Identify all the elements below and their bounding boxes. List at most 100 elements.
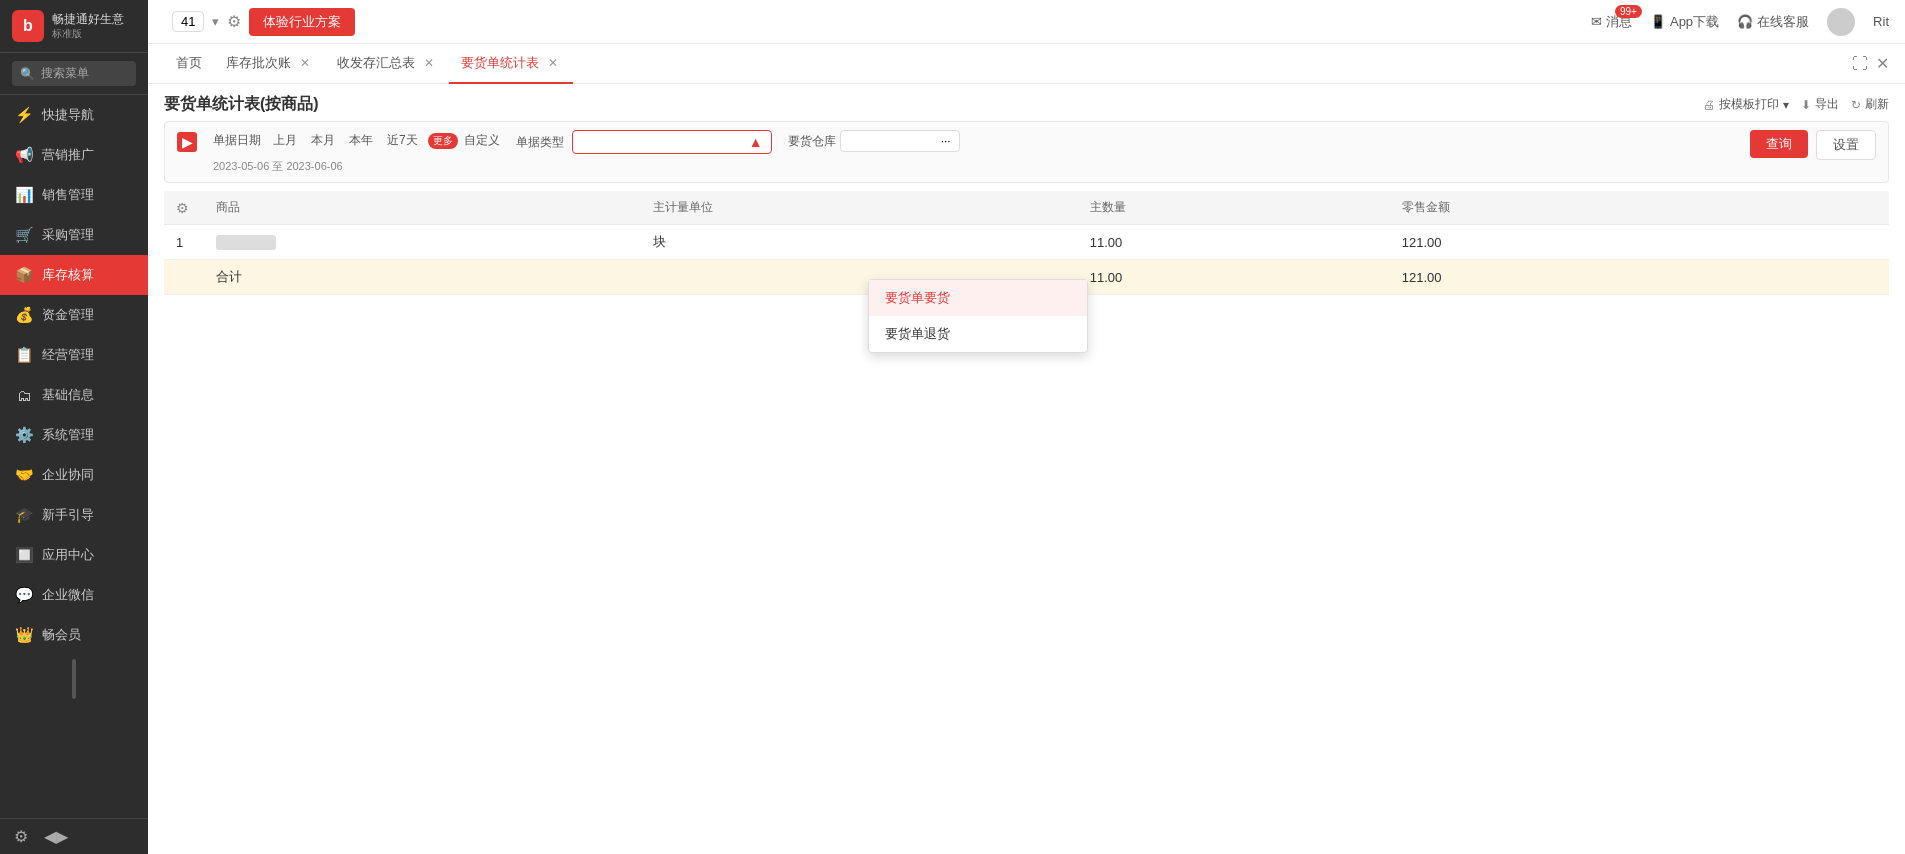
user-avatar[interactable] bbox=[1827, 8, 1855, 36]
print-icon: 🖨 bbox=[1703, 98, 1715, 112]
sidebar-item-finance[interactable]: 💰 资金管理 bbox=[0, 295, 148, 335]
page-header: 要货单统计表(按商品) 🖨 按模板打印 ▾ ⬇ 导出 ↻ 刷新 bbox=[148, 84, 1905, 121]
col-amount: 零售金额 bbox=[1390, 191, 1764, 225]
filter-btn-7days[interactable]: 近7天 bbox=[383, 130, 422, 151]
filter-bar: ▶ 单据日期 上月 本月 本年 近7天 更多 自定义 2023-05-06 至 … bbox=[164, 121, 1889, 183]
sidebar-item-label: 新手引导 bbox=[42, 506, 94, 524]
type-chevron-icon: ▲ bbox=[749, 134, 763, 150]
type-dropdown: 要货单要货 要货单退货 bbox=[868, 279, 1088, 353]
headset-icon: 🎧 bbox=[1737, 14, 1753, 29]
tab-receipt-summary-close[interactable]: ✕ bbox=[421, 55, 437, 71]
basics-icon: 🗂 bbox=[14, 385, 34, 405]
col-settings: ⚙ bbox=[164, 191, 204, 225]
phone-icon: 📱 bbox=[1650, 14, 1666, 29]
brand-sub: 标准版 bbox=[52, 27, 124, 41]
sidebar-item-label: 畅会员 bbox=[42, 626, 81, 644]
filter-date-row: 单据日期 上月 本月 本年 近7天 更多 自定义 bbox=[213, 130, 500, 151]
filter-expand-btn[interactable]: ▶ bbox=[177, 132, 197, 152]
app-download[interactable]: 📱 App下载 bbox=[1650, 13, 1719, 31]
refresh-btn[interactable]: ↻ 刷新 bbox=[1851, 96, 1889, 113]
close-all-btn[interactable]: ✕ bbox=[1876, 54, 1889, 73]
tab-order-summary-close[interactable]: ✕ bbox=[545, 55, 561, 71]
sidebar-item-sales[interactable]: 📊 销售管理 bbox=[0, 175, 148, 215]
finance-icon: 💰 bbox=[14, 305, 34, 325]
sidebar-item-app-center[interactable]: 🔲 应用中心 bbox=[0, 535, 148, 575]
sidebar-item-basics[interactable]: 🗂 基础信息 bbox=[0, 375, 148, 415]
sidebar-search[interactable]: 🔍 搜索菜单 bbox=[0, 53, 148, 95]
sidebar-item-label: 营销推广 bbox=[42, 146, 94, 164]
row-product: ██████ bbox=[204, 225, 641, 260]
filter-actions: 查询 设置 bbox=[1750, 130, 1876, 160]
online-service-label: 在线客服 bbox=[1757, 13, 1809, 31]
tab-home[interactable]: 首页 bbox=[164, 44, 214, 84]
messages-badge[interactable]: ✉ 消息 99+ bbox=[1591, 13, 1632, 31]
filter-btn-this-year[interactable]: 本年 bbox=[345, 130, 377, 151]
close-icon[interactable]: ✕ bbox=[421, 55, 437, 71]
print-btn[interactable]: 🖨 按模板打印 ▾ bbox=[1703, 96, 1789, 113]
type-input[interactable] bbox=[581, 135, 749, 149]
dropdown-item-label: 要货单退货 bbox=[885, 326, 950, 341]
sidebar-item-label: 企业协同 bbox=[42, 466, 94, 484]
topbar-gear-icon[interactable]: ⚙ bbox=[227, 12, 241, 31]
online-service[interactable]: 🎧 在线客服 bbox=[1737, 13, 1809, 31]
operations-icon: 📋 bbox=[14, 345, 34, 365]
member-icon: 👑 bbox=[14, 625, 34, 645]
warehouse-label: 要货仓库 bbox=[788, 133, 836, 150]
export-btn[interactable]: ⬇ 导出 bbox=[1801, 96, 1839, 113]
tab-batch-account-label: 库存批次账 bbox=[226, 54, 291, 72]
total-empty-1 bbox=[164, 260, 204, 295]
close-icon[interactable]: ✕ bbox=[297, 55, 313, 71]
tab-bar: 首页 库存批次账 ✕ 收发存汇总表 ✕ 要货单统计表 ✕ ⛶ ✕ bbox=[148, 44, 1905, 84]
warehouse-select[interactable]: ··· bbox=[840, 130, 960, 152]
trial-btn[interactable]: 体验行业方案 bbox=[249, 8, 355, 36]
dropdown-item-order-goods[interactable]: 要货单要货 bbox=[869, 280, 1087, 316]
maximize-btn[interactable]: ⛶ bbox=[1852, 54, 1868, 73]
filter-more-badge[interactable]: 更多 bbox=[428, 133, 458, 149]
user-name: Rit bbox=[1873, 14, 1889, 29]
tab-batch-account-close[interactable]: ✕ bbox=[297, 55, 313, 71]
dropdown-item-order-return[interactable]: 要货单退货 bbox=[869, 316, 1087, 352]
close-icon[interactable]: ✕ bbox=[545, 55, 561, 71]
filter-type-select[interactable]: ▲ bbox=[572, 130, 772, 154]
col-extra bbox=[1764, 191, 1889, 225]
col-unit: 主计量单位 bbox=[641, 191, 1078, 225]
sidebar-item-marketing[interactable]: 📢 营销推广 bbox=[0, 135, 148, 175]
collapse-icon[interactable]: ◀▶ bbox=[44, 827, 68, 846]
query-btn[interactable]: 查询 bbox=[1750, 130, 1808, 158]
sidebar-item-system[interactable]: ⚙️ 系统管理 bbox=[0, 415, 148, 455]
filter-custom-date[interactable]: 自定义 bbox=[464, 132, 500, 149]
logo-icon: b bbox=[12, 10, 44, 42]
filter-date-range: 2023-05-06 至 2023-06-06 bbox=[213, 159, 500, 174]
sidebar-item-purchase[interactable]: 🛒 采购管理 bbox=[0, 215, 148, 255]
search-label: 搜索菜单 bbox=[41, 65, 89, 82]
tab-order-summary[interactable]: 要货单统计表 ✕ bbox=[449, 44, 573, 84]
sidebar-item-quick-nav[interactable]: ⚡ 快捷导航 bbox=[0, 95, 148, 135]
sidebar-item-label: 采购管理 bbox=[42, 226, 94, 244]
quick-nav-icon: ⚡ bbox=[14, 105, 34, 125]
table-settings-icon[interactable]: ⚙ bbox=[176, 200, 189, 216]
tab-receipt-summary[interactable]: 收发存汇总表 ✕ bbox=[325, 44, 449, 84]
store-chevron-icon[interactable]: ▾ bbox=[212, 14, 219, 29]
tab-batch-account[interactable]: 库存批次账 ✕ bbox=[214, 44, 325, 84]
settings-icon[interactable]: ⚙ bbox=[14, 827, 28, 846]
topbar-left: 41 ▾ ⚙ 体验行业方案 bbox=[164, 8, 355, 36]
sidebar-item-member[interactable]: 👑 畅会员 bbox=[0, 615, 148, 655]
sidebar-item-guide[interactable]: 🎓 新手引导 bbox=[0, 495, 148, 535]
settings-btn[interactable]: 设置 bbox=[1816, 130, 1876, 160]
sidebar-item-operations[interactable]: 📋 经营管理 bbox=[0, 335, 148, 375]
filter-btn-this-month[interactable]: 本月 bbox=[307, 130, 339, 151]
main-content: 41 ▾ ⚙ 体验行业方案 ✉ 消息 99+ 📱 App下载 🎧 在线客服 Ri… bbox=[148, 0, 1905, 854]
inventory-icon: 📦 bbox=[14, 265, 34, 285]
row-index: 1 bbox=[164, 225, 204, 260]
filter-btn-last-month[interactable]: 上月 bbox=[269, 130, 301, 151]
sidebar-nav: ⚡ 快捷导航 📢 营销推广 📊 销售管理 🛒 采购管理 📦 库存核算 💰 资金管… bbox=[0, 95, 148, 818]
sidebar-item-enterprise[interactable]: 🤝 企业协同 bbox=[0, 455, 148, 495]
refresh-label: 刷新 bbox=[1865, 96, 1889, 113]
page-actions: 🖨 按模板打印 ▾ ⬇ 导出 ↻ 刷新 bbox=[1703, 96, 1889, 113]
sidebar-item-inventory[interactable]: 📦 库存核算 bbox=[0, 255, 148, 295]
sidebar-item-wechat[interactable]: 💬 企业微信 bbox=[0, 575, 148, 615]
warehouse-more-icon[interactable]: ··· bbox=[941, 134, 951, 148]
sidebar: b 畅捷通好生意 标准版 🔍 搜索菜单 ⚡ 快捷导航 📢 营销推广 📊 销售管理… bbox=[0, 0, 148, 854]
print-chevron-icon[interactable]: ▾ bbox=[1783, 98, 1789, 112]
expand-icon: ▶ bbox=[182, 134, 193, 150]
